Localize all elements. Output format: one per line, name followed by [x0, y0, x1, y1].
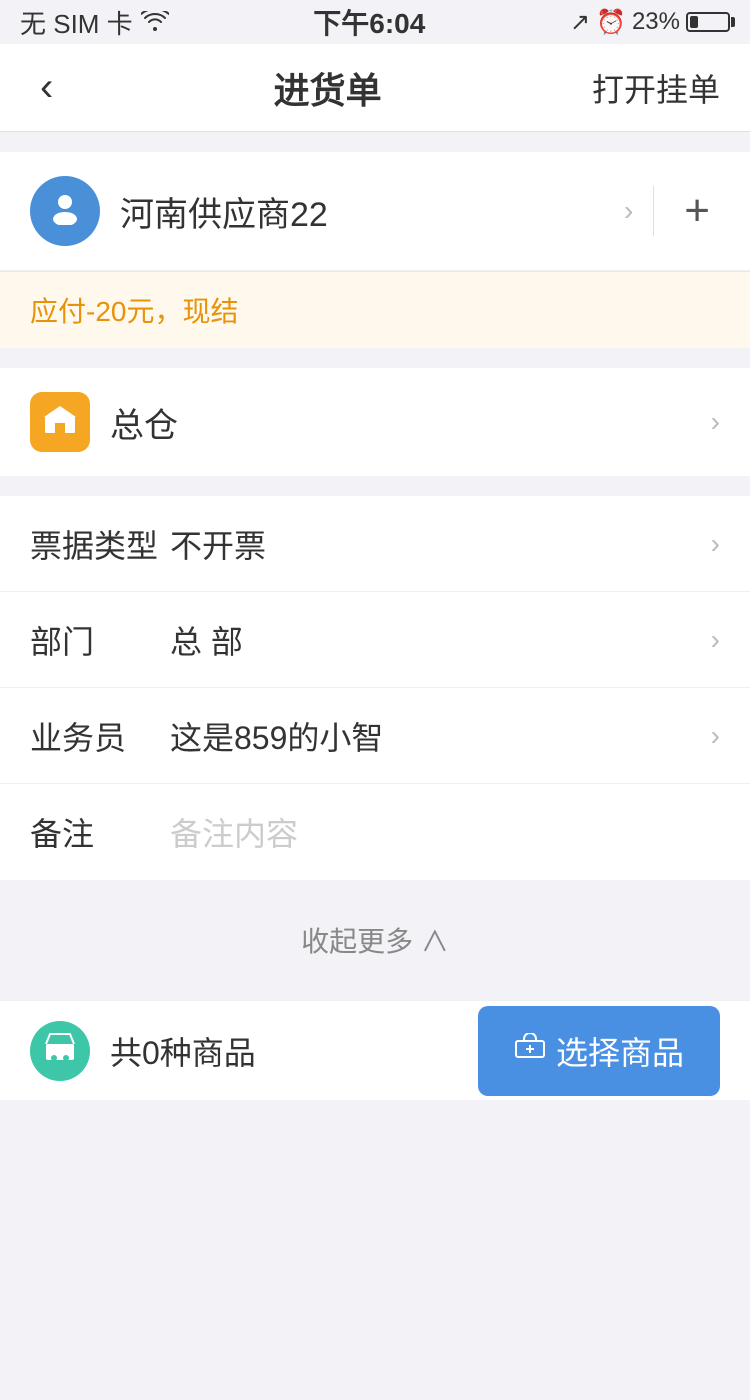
warehouse-name: 总仓	[110, 398, 711, 447]
invoice-type-row[interactable]: 票据类型 不开票 ›	[0, 496, 750, 592]
supplier-name: 河南供应商22	[120, 187, 624, 236]
invoice-value: 不开票	[170, 521, 711, 567]
collapse-label: 收起更多 ∧	[301, 920, 449, 960]
avatar	[30, 176, 100, 246]
department-value: 总 部	[170, 617, 711, 663]
collapse-button[interactable]: 收起更多 ∧	[0, 900, 750, 980]
status-bar: 无 SIM 卡 下午6:04 ↗ ⏰ 23%	[0, 0, 750, 44]
warehouse-row[interactable]: 总仓 ›	[0, 368, 750, 476]
status-time: 下午6:04	[313, 2, 425, 42]
carrier-label: 无 SIM 卡	[20, 4, 133, 41]
bottom-bar: 共0种商品 选择商品	[0, 1000, 750, 1100]
status-left: 无 SIM 卡	[20, 4, 169, 41]
warehouse-chevron-icon: ›	[711, 406, 720, 438]
salesman-row[interactable]: 业务员 这是859的小智 ›	[0, 688, 750, 784]
supplier-row[interactable]: 河南供应商22 › +	[0, 152, 750, 271]
goods-icon-bg	[30, 1021, 90, 1081]
department-row[interactable]: 部门 总 部 ›	[0, 592, 750, 688]
person-icon	[47, 189, 83, 234]
remark-row[interactable]: 备注 备注内容	[0, 784, 750, 880]
cart-icon	[514, 1033, 546, 1068]
select-goods-button[interactable]: 选择商品	[478, 1006, 720, 1096]
goods-count: 共0种商品	[110, 1028, 478, 1074]
warehouse-card: 总仓 ›	[0, 368, 750, 476]
department-label: 部门	[30, 617, 170, 663]
goods-icon	[43, 1032, 77, 1070]
add-button[interactable]: +	[674, 186, 720, 236]
rest-area	[0, 1100, 750, 1400]
warehouse-icon	[43, 404, 77, 441]
alarm-icon: ⏰	[596, 8, 626, 37]
notice-text: 应付-20元，现结	[30, 296, 238, 327]
invoice-label: 票据类型	[30, 521, 170, 567]
status-right: ↗ ⏰ 23%	[570, 8, 730, 37]
remark-label: 备注	[30, 809, 170, 855]
wifi-icon	[141, 7, 169, 38]
battery-percent: 23%	[632, 8, 680, 36]
notice-bar: 应付-20元，现结	[0, 271, 750, 348]
select-goods-label: 选择商品	[556, 1028, 684, 1074]
open-pending-button[interactable]: 打开挂单	[592, 65, 720, 111]
salesman-label: 业务员	[30, 713, 170, 759]
page-title: 进货单	[274, 62, 382, 114]
location-icon: ↗	[570, 8, 590, 37]
form-section: 票据类型 不开票 › 部门 总 部 › 业务员 这是859的小智 › 备注 备注…	[0, 496, 750, 880]
divider	[653, 186, 654, 236]
warehouse-icon-bg	[30, 392, 90, 452]
supplier-chevron-icon: ›	[624, 195, 633, 227]
supplier-card: 河南供应商22 › + 应付-20元，现结	[0, 152, 750, 348]
nav-bar: ‹ 进货单 打开挂单	[0, 44, 750, 132]
salesman-value: 这是859的小智	[170, 713, 711, 759]
section-gap-1	[0, 132, 750, 152]
department-chevron-icon: ›	[711, 624, 720, 656]
back-button[interactable]: ‹	[30, 55, 63, 120]
remark-placeholder[interactable]: 备注内容	[170, 809, 720, 855]
invoice-chevron-icon: ›	[711, 528, 720, 560]
battery-icon	[686, 12, 730, 32]
salesman-chevron-icon: ›	[711, 720, 720, 752]
